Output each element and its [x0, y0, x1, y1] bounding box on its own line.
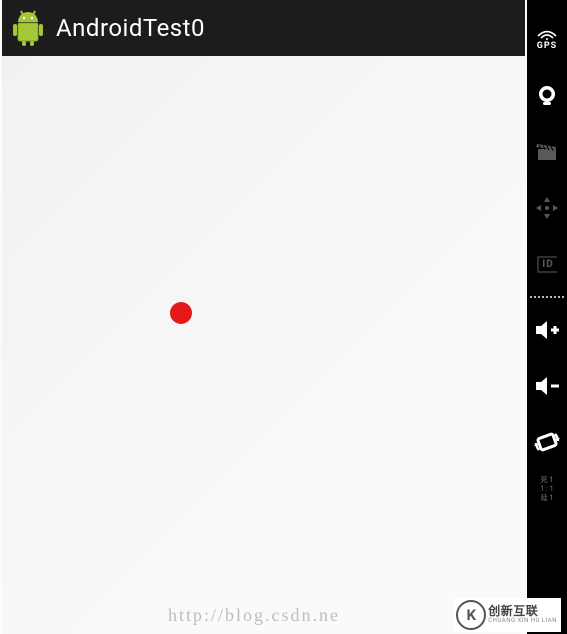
- id-button[interactable]: ID: [527, 242, 567, 286]
- brand-glyph-icon: K: [456, 600, 486, 630]
- dpad-button[interactable]: [527, 186, 567, 230]
- phone-screen: AndroidTest0: [0, 0, 525, 634]
- volume-down-icon: [535, 376, 559, 396]
- volume-up-button[interactable]: [527, 308, 567, 352]
- rotate-icon: [534, 429, 560, 455]
- camera-icon: [535, 84, 559, 108]
- clapperboard-icon: [536, 143, 558, 161]
- app-title: AndroidTest0: [56, 14, 205, 42]
- screencast-button[interactable]: [527, 130, 567, 174]
- id-icon: ID: [537, 256, 556, 273]
- toolbar-stats: 死 1 1 : 1 延 1: [540, 476, 553, 503]
- android-robot-icon: [12, 10, 44, 46]
- rotate-button[interactable]: [527, 420, 567, 464]
- brand-sub: CHUANG XIN HU LIAN: [488, 617, 557, 624]
- volume-down-button[interactable]: [527, 364, 567, 408]
- emulator-toolbar: GPS: [527, 0, 567, 634]
- brand-name: 创新互联: [488, 606, 557, 617]
- camera-button[interactable]: [527, 74, 567, 118]
- watermark-brand: K 创新互联 CHUANG XIN HU LIAN: [454, 598, 561, 632]
- app-canvas[interactable]: [2, 56, 525, 634]
- gps-button[interactable]: GPS: [527, 18, 567, 62]
- toolbar-separator: [530, 296, 564, 298]
- dpad-icon: [534, 195, 560, 221]
- watermark-url: http://blog.csdn.ne: [168, 605, 340, 626]
- red-dot: [170, 302, 192, 324]
- volume-up-icon: [535, 320, 559, 340]
- gps-label: GPS: [537, 41, 557, 51]
- action-bar: AndroidTest0: [2, 0, 525, 56]
- gps-wifi-icon: [537, 30, 557, 40]
